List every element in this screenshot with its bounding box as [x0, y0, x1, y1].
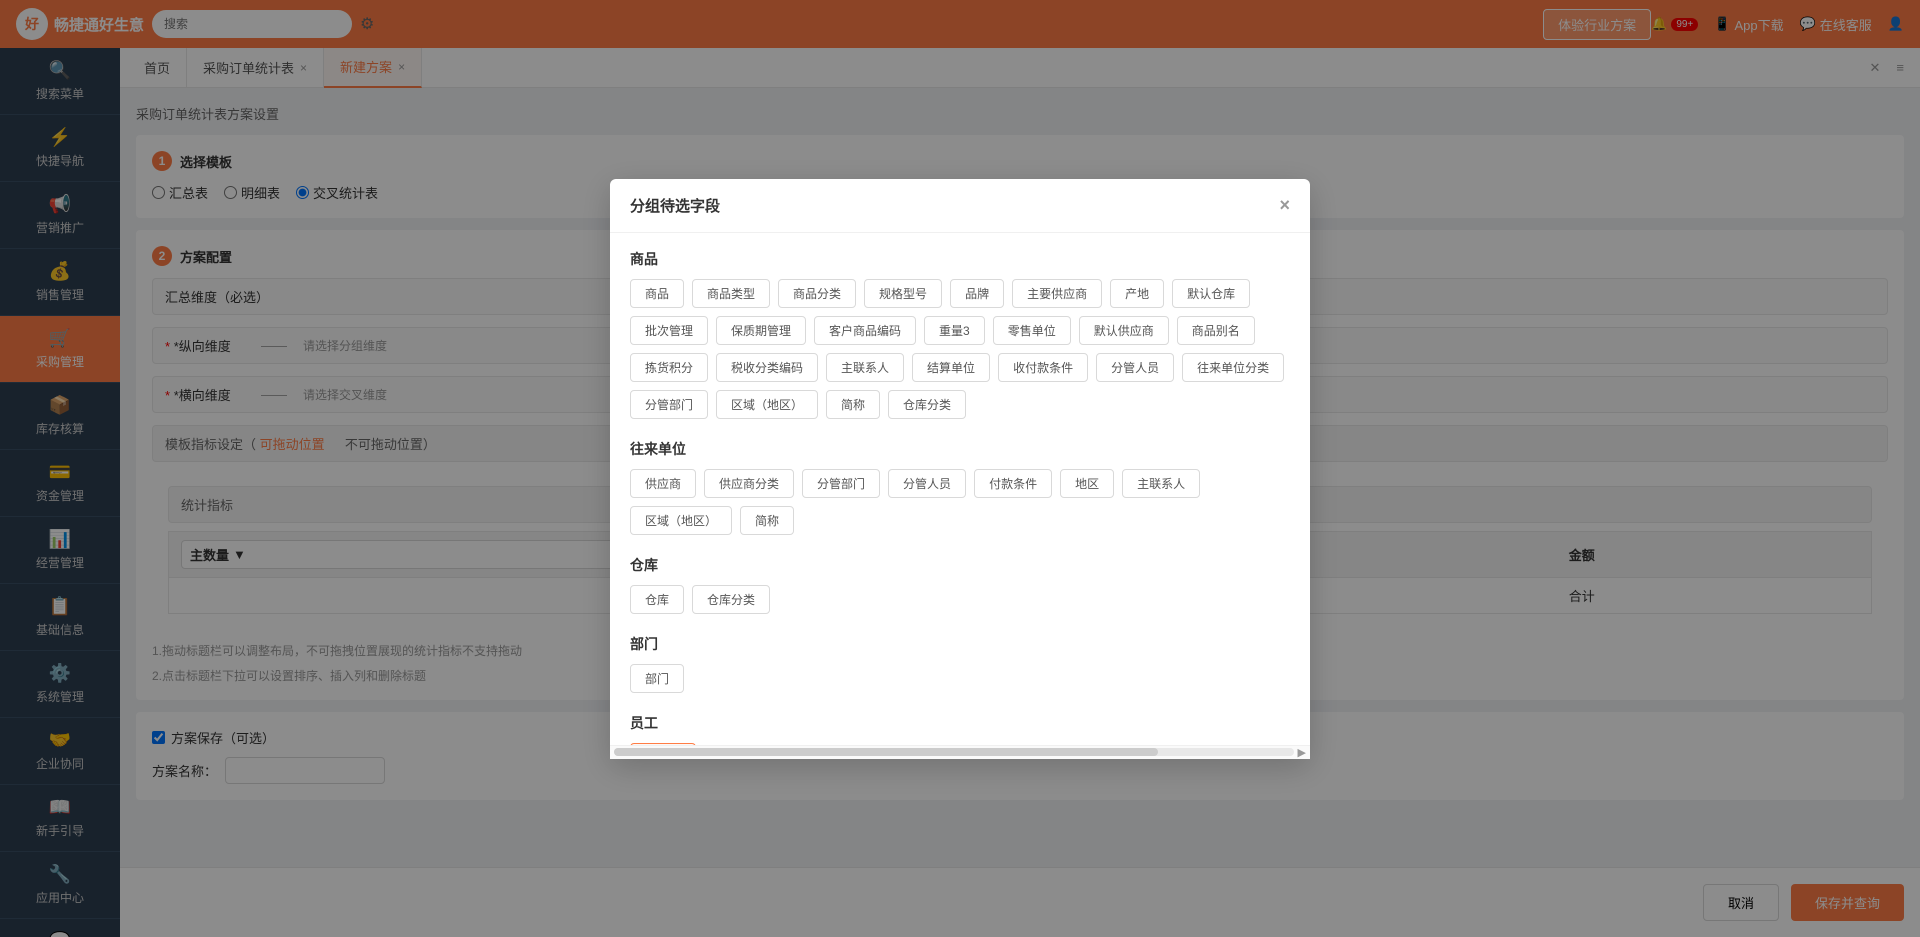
hscroll-right-arrow[interactable]: ▶ — [1298, 746, 1306, 759]
field-tag[interactable]: 供应商分类 — [704, 469, 794, 498]
field-tag[interactable]: 默认供应商 — [1079, 316, 1169, 345]
field-tag[interactable]: 主联系人 — [1122, 469, 1200, 498]
modal-overlay: 分组待选字段 × 商品 商品 商品类型 商品分类 规格型号 品牌 主要供应商 产… — [0, 0, 1920, 937]
field-tag[interactable]: 批次管理 — [630, 316, 708, 345]
field-tag[interactable]: 部门 — [630, 664, 684, 693]
field-tag[interactable]: 税收分类编码 — [716, 353, 818, 382]
section-dept-title: 部门 — [630, 634, 1290, 654]
field-tag[interactable]: 简称 — [826, 390, 880, 419]
modal-close-btn[interactable]: × — [1279, 196, 1290, 214]
field-tag[interactable]: 收付款条件 — [998, 353, 1088, 382]
field-tag[interactable]: 商品别名 — [1177, 316, 1255, 345]
field-tag[interactable]: 商品分类 — [778, 279, 856, 308]
modal-body[interactable]: 商品 商品 商品类型 商品分类 规格型号 品牌 主要供应商 产地 默认仓库 批次… — [610, 233, 1310, 745]
section-dept: 部门 部门 — [630, 634, 1290, 693]
field-tag[interactable]: 零售单位 — [993, 316, 1071, 345]
field-tag[interactable]: 品牌 — [950, 279, 1004, 308]
field-tag[interactable]: 主要供应商 — [1012, 279, 1102, 308]
field-tag[interactable]: 结算单位 — [912, 353, 990, 382]
section-warehouse-fields: 仓库 仓库分类 — [630, 585, 1290, 614]
field-tag[interactable]: 分管部门 — [802, 469, 880, 498]
field-tag[interactable]: 区域（地区） — [630, 506, 732, 535]
field-tag[interactable]: 重量3 — [924, 316, 985, 345]
section-warehouse: 仓库 仓库 仓库分类 — [630, 555, 1290, 614]
field-tag[interactable]: 分管人员 — [888, 469, 966, 498]
section-partner-title: 往来单位 — [630, 439, 1290, 459]
field-tag[interactable]: 地区 — [1060, 469, 1114, 498]
section-product: 商品 商品 商品类型 商品分类 规格型号 品牌 主要供应商 产地 默认仓库 批次… — [630, 249, 1290, 419]
field-tag[interactable]: 分管人员 — [1096, 353, 1174, 382]
field-tag[interactable]: 付款条件 — [974, 469, 1052, 498]
field-tag[interactable]: 仓库分类 — [888, 390, 966, 419]
section-product-fields: 商品 商品类型 商品分类 规格型号 品牌 主要供应商 产地 默认仓库 批次管理 … — [630, 279, 1290, 419]
modal-dialog: 分组待选字段 × 商品 商品 商品类型 商品分类 规格型号 品牌 主要供应商 产… — [610, 179, 1310, 759]
section-staff: 员工 业务员 — [630, 713, 1290, 745]
modal-hscroll[interactable]: ▶ — [610, 745, 1310, 759]
field-tag[interactable]: 供应商 — [630, 469, 696, 498]
section-warehouse-title: 仓库 — [630, 555, 1290, 575]
section-product-title: 商品 — [630, 249, 1290, 269]
field-tag[interactable]: 保质期管理 — [716, 316, 806, 345]
field-tag[interactable]: 商品类型 — [692, 279, 770, 308]
field-tag[interactable]: 拣货积分 — [630, 353, 708, 382]
field-tag[interactable]: 商品 — [630, 279, 684, 308]
field-tag[interactable]: 仓库 — [630, 585, 684, 614]
section-partner-fields: 供应商 供应商分类 分管部门 分管人员 付款条件 地区 主联系人 区域（地区） … — [630, 469, 1290, 535]
modal-header: 分组待选字段 × — [610, 179, 1310, 233]
section-partner: 往来单位 供应商 供应商分类 分管部门 分管人员 付款条件 地区 主联系人 区域… — [630, 439, 1290, 535]
section-staff-title: 员工 — [630, 713, 1290, 733]
modal-title: 分组待选字段 — [630, 195, 720, 216]
field-tag[interactable]: 规格型号 — [864, 279, 942, 308]
field-tag[interactable]: 往来单位分类 — [1182, 353, 1284, 382]
field-tag[interactable]: 客户商品编码 — [814, 316, 916, 345]
field-tag[interactable]: 区域（地区） — [716, 390, 818, 419]
field-tag[interactable]: 默认仓库 — [1172, 279, 1250, 308]
field-tag[interactable]: 仓库分类 — [692, 585, 770, 614]
field-tag[interactable]: 分管部门 — [630, 390, 708, 419]
field-tag[interactable]: 产地 — [1110, 279, 1164, 308]
field-tag[interactable]: 简称 — [740, 506, 794, 535]
section-dept-fields: 部门 — [630, 664, 1290, 693]
field-tag[interactable]: 主联系人 — [826, 353, 904, 382]
